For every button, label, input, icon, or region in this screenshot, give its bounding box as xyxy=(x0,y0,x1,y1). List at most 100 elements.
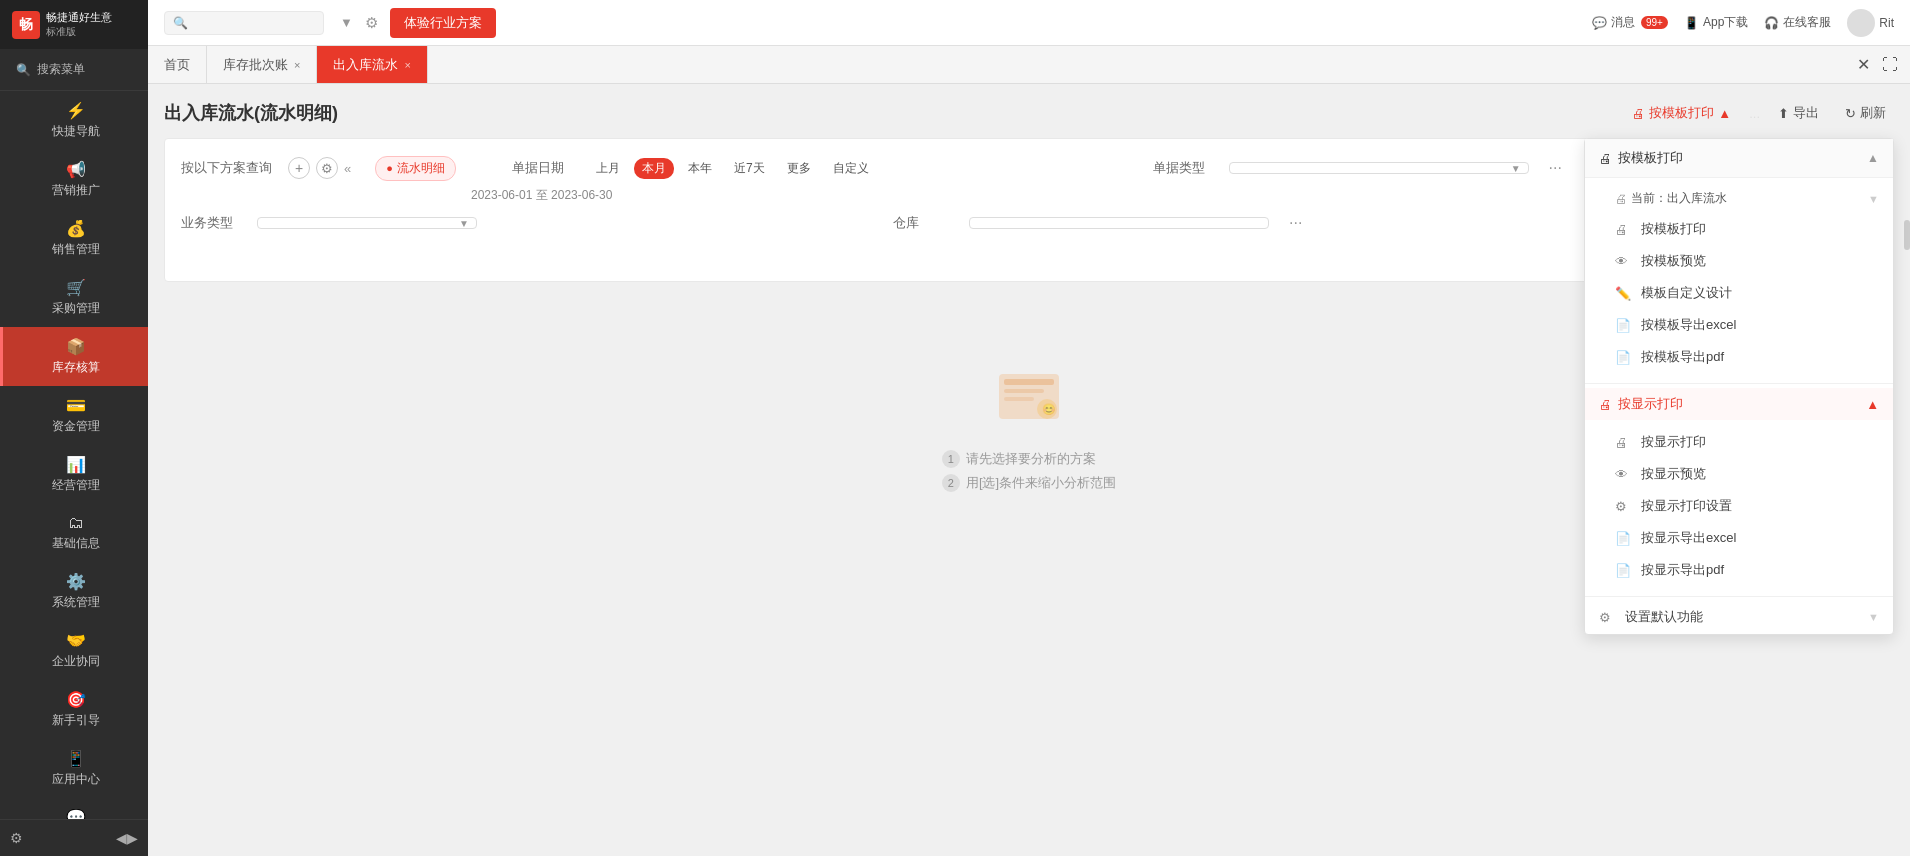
tab-flow-close[interactable]: × xyxy=(404,59,410,71)
search-menu-label: 搜索菜单 xyxy=(37,61,85,78)
sidebar-item-wechat[interactable]: 💬 企业微信 xyxy=(0,798,148,819)
dropdown-display-pdf[interactable]: 📄 按显示导出pdf xyxy=(1585,554,1893,586)
tab-expand-btn[interactable]: ⛶ xyxy=(1878,52,1902,78)
tab-flow-label: 出入库流水 xyxy=(333,56,398,74)
tab-flow[interactable]: 出入库流水 × xyxy=(317,46,427,83)
dropdown-display-print[interactable]: 🖨 按显示打印 xyxy=(1585,426,1893,458)
header-gear-icon[interactable]: ⚙ xyxy=(365,14,378,32)
settings-small-icon: ⚙ xyxy=(321,161,333,176)
sidebar-item-app[interactable]: 📱 应用中心 xyxy=(0,739,148,798)
sidebar-item-inventory[interactable]: 📦 库存核算 xyxy=(0,327,148,386)
app-download-label: App下载 xyxy=(1703,14,1748,31)
date-shortcut-this-month[interactable]: 本月 xyxy=(634,158,674,179)
dropdown-display-header[interactable]: 🖨 按显示打印 ▲ xyxy=(1585,388,1893,420)
tip-text-1: 请先选择要分析的方案 xyxy=(966,450,1096,468)
print-template-btn[interactable]: 🖨 按模板打印 ▲ xyxy=(1624,100,1739,126)
refresh-btn[interactable]: ↻ 刷新 xyxy=(1837,100,1894,126)
settings-footer-icon[interactable]: ⚙ xyxy=(10,830,23,846)
tab-batch-account[interactable]: 库存批次账 × xyxy=(207,46,317,83)
sidebar-item-basic[interactable]: 🗂 基础信息 xyxy=(0,504,148,562)
top-header: 🔍 ▼ ⚙ 体验行业方案 💬 消息 99+ 📱 App下载 🎧 在线客服 Rit xyxy=(148,0,1910,46)
industry-btn[interactable]: 体验行业方案 xyxy=(390,8,496,38)
main-area: 🔍 ▼ ⚙ 体验行业方案 💬 消息 99+ 📱 App下载 🎧 在线客服 Rit xyxy=(148,0,1910,856)
refresh-label: 刷新 xyxy=(1860,104,1886,122)
sidebar-item-label: 经营管理 xyxy=(52,477,100,494)
default-func-arrow: ▼ xyxy=(1868,611,1879,623)
warehouse-select[interactable] xyxy=(969,217,1269,229)
sidebar-item-label: 应用中心 xyxy=(52,771,100,788)
sales-icon: 💰 xyxy=(66,219,86,238)
sidebar-item-label: 系统管理 xyxy=(52,594,100,611)
app-download-btn[interactable]: 📱 App下载 xyxy=(1684,14,1748,31)
app-icon: 📱 xyxy=(66,749,86,768)
sidebar-item-guide[interactable]: 🎯 新手引导 xyxy=(0,680,148,739)
tip-text-2: 用[选]条件来缩小分析范围 xyxy=(966,474,1116,492)
filter-add-btn[interactable]: + xyxy=(288,157,310,179)
dropdown-template-preview[interactable]: 👁 按模板预览 xyxy=(1585,245,1893,277)
export-icon: ⬆ xyxy=(1778,106,1789,121)
date-shortcut-this-year[interactable]: 本年 xyxy=(680,158,720,179)
filter-collapse-btn[interactable]: « xyxy=(344,161,351,176)
header-search-box[interactable]: 🔍 xyxy=(164,11,324,35)
svg-rect-2 xyxy=(1004,389,1044,393)
page-header: 出入库流水(流水明细) 🖨 按模板打印 ▲ ... ⬆ 导出 ↻ 刷新 xyxy=(164,100,1894,126)
date-shortcut-custom[interactable]: 自定义 xyxy=(825,158,877,179)
header-search-icon: 🔍 xyxy=(173,16,188,30)
filter-settings-btn[interactable]: ⚙ xyxy=(316,157,338,179)
dropdown-display-settings[interactable]: ⚙ 按显示打印设置 xyxy=(1585,490,1893,522)
export-btn[interactable]: ⬆ 导出 xyxy=(1770,100,1827,126)
online-service-label: 在线客服 xyxy=(1783,14,1831,31)
sidebar-item-finance[interactable]: 💳 资金管理 xyxy=(0,386,148,445)
filter-scheme-label: 按以下方案查询 xyxy=(181,159,272,177)
dropdown-close-icon[interactable]: ▲ xyxy=(1867,151,1879,165)
date-shortcut-more[interactable]: 更多 xyxy=(779,158,819,179)
tab-batch-account-label: 库存批次账 xyxy=(223,56,288,74)
header-dropdown-arrow[interactable]: ▼ xyxy=(340,15,353,30)
date-range-display: 2023-06-01 至 2023-06-30 xyxy=(471,188,612,202)
print-template-label: 按模板打印 xyxy=(1649,104,1714,122)
inventory-icon: 📦 xyxy=(66,337,86,356)
doc-type-more[interactable]: ··· xyxy=(1549,159,1562,177)
message-btn[interactable]: 💬 消息 99+ xyxy=(1592,14,1668,31)
sidebar-item-cooperation[interactable]: 🤝 企业协同 xyxy=(0,621,148,680)
user-avatar-btn[interactable]: Rit xyxy=(1847,9,1894,37)
sidebar-item-purchase[interactable]: 🛒 采购管理 xyxy=(0,268,148,327)
sidebar-item-operations[interactable]: 📊 经营管理 xyxy=(0,445,148,504)
sidebar-search-area: 🔍 搜索菜单 xyxy=(0,49,148,91)
online-service-btn[interactable]: 🎧 在线客服 xyxy=(1764,14,1831,31)
tab-home[interactable]: 首页 xyxy=(148,46,207,83)
dropdown-template-print[interactable]: 🖨 按模板打印 xyxy=(1585,213,1893,245)
sidebar-item-quick-nav[interactable]: ⚡ 快捷导航 xyxy=(0,91,148,150)
tabs-right: ✕ ⛶ xyxy=(1853,51,1910,78)
biz-type-select[interactable] xyxy=(257,217,477,229)
dropdown-template-pdf[interactable]: 📄 按模板导出pdf xyxy=(1585,341,1893,373)
dropdown-display-preview[interactable]: 👁 按显示预览 xyxy=(1585,458,1893,490)
filter-tag[interactable]: ● 流水明细 xyxy=(375,156,456,181)
dropdown-display-excel[interactable]: 📄 按显示导出excel xyxy=(1585,522,1893,554)
date-shortcut-last-month[interactable]: 上月 xyxy=(588,158,628,179)
warehouse-more[interactable]: ··· xyxy=(1289,214,1302,232)
date-shortcut-7days[interactable]: 近7天 xyxy=(726,158,773,179)
dropdown-default-func[interactable]: ⚙ 设置默认功能 ▼ xyxy=(1585,601,1893,634)
search-menu-btn[interactable]: 🔍 搜索菜单 xyxy=(10,57,138,82)
page-content: 出入库流水(流水明细) 🖨 按模板打印 ▲ ... ⬆ 导出 ↻ 刷新 xyxy=(148,84,1910,856)
print-dropdown-arrow[interactable]: ▲ xyxy=(1718,106,1731,121)
doc-type-select[interactable] xyxy=(1229,162,1529,174)
sidebar-item-marketing[interactable]: 📢 营销推广 xyxy=(0,150,148,209)
collapse-sidebar-icon[interactable]: ◀▶ xyxy=(116,830,138,846)
dropdown-template-excel[interactable]: 📄 按模板导出excel xyxy=(1585,309,1893,341)
sidebar-item-sales[interactable]: 💰 销售管理 xyxy=(0,209,148,268)
dropdown-template-custom[interactable]: ✏️ 模板自定义设计 xyxy=(1585,277,1893,309)
current-dropdown-arrow: ▼ xyxy=(1868,193,1879,205)
sidebar-item-system[interactable]: ⚙️ 系统管理 xyxy=(0,562,148,621)
svg-text:😊: 😊 xyxy=(1042,402,1056,416)
dropdown-template-section: 🖨 当前：出入库流水 ▼ 🖨 按模板打印 👁 按模板预览 xyxy=(1585,178,1893,379)
sidebar-item-label: 基础信息 xyxy=(52,535,100,552)
header-right: 💬 消息 99+ 📱 App下载 🎧 在线客服 Rit xyxy=(1592,9,1894,37)
tab-batch-account-close[interactable]: × xyxy=(294,59,300,71)
display-header-icon: 🖨 xyxy=(1599,397,1612,412)
tab-close-all-btn[interactable]: ✕ xyxy=(1853,51,1874,78)
sidebar-logo: 畅 畅捷通好生意 标准版 xyxy=(0,0,148,49)
message-badge: 99+ xyxy=(1641,16,1668,29)
empty-tips: 1 请先选择要分析的方案 2 用[选]条件来缩小分析范围 xyxy=(942,450,1116,498)
